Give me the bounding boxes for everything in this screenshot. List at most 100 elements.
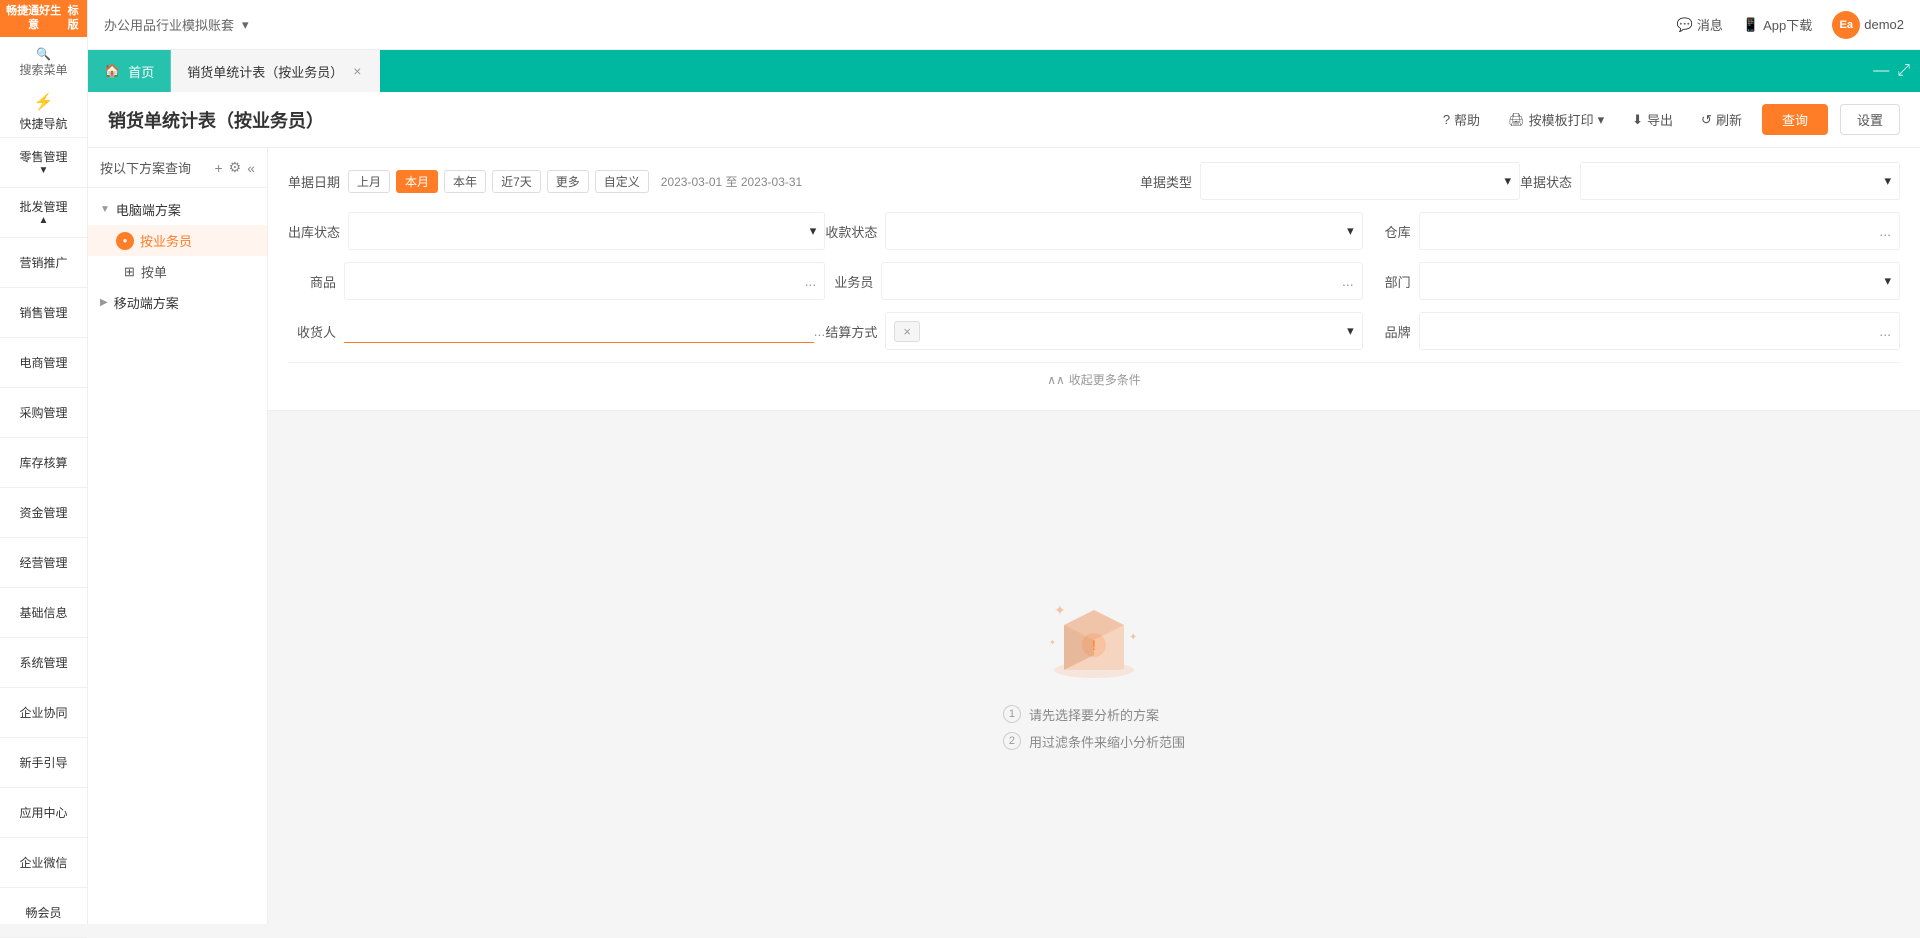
query-button[interactable]: 查询	[1762, 104, 1828, 135]
sidebar-item-quick-nav[interactable]: ⚡ 快捷导航	[0, 88, 87, 138]
sidebar-item-system[interactable]: 系统管理	[0, 638, 87, 688]
sidebar-item-newbie[interactable]: 新手引导	[0, 738, 87, 788]
page-title: 销货单统计表（按业务员）	[108, 107, 324, 133]
sidebar-item-finance[interactable]: 资金管理	[0, 488, 87, 538]
breadcrumb-dropdown-icon[interactable]: ▾	[242, 17, 249, 33]
print-btn[interactable]: 🖨 按模板打印 ▾	[1500, 106, 1612, 133]
date-btn-7days[interactable]: 近7天	[492, 170, 541, 193]
sidebar-item-retail[interactable]: 零售管理 ▼	[0, 138, 87, 188]
sidebar-item-member[interactable]: 畅会员	[0, 888, 87, 938]
salesperson-label: 业务员	[825, 272, 881, 291]
settlement-tag-x[interactable]: ×	[903, 324, 911, 339]
empty-tip-1: 1 请先选择要分析的方案	[1003, 705, 1185, 724]
department-select[interactable]: ▾	[1419, 262, 1900, 300]
filter-receipt-status: 收款状态 ▾	[825, 212, 1362, 250]
tab-home[interactable]: 🏠 首页	[88, 50, 171, 92]
sidebar-item-collab[interactable]: 企业协同	[0, 688, 87, 738]
settlement-select[interactable]: × ▾	[885, 312, 1362, 350]
goods-select[interactable]: ...	[344, 262, 825, 300]
tree-item-order[interactable]: ⊞ 按单	[88, 256, 267, 287]
help-icon: ?	[1443, 112, 1450, 127]
receipt-status-select[interactable]: ▾	[885, 212, 1362, 250]
department-chevron: ▾	[1884, 273, 1891, 289]
consignee-dots[interactable]: ...	[814, 323, 826, 339]
tab-maximize-icon[interactable]: ⤢	[1897, 62, 1910, 80]
filter-row-4: 收货人 ... 结算方式 ×	[288, 312, 1900, 350]
goods-value	[353, 267, 805, 295]
tab-minimize-icon[interactable]: —	[1873, 62, 1889, 80]
date-btn-this-year[interactable]: 本年	[444, 170, 486, 193]
left-panel: 按以下方案查询 + ⚙ « ▼ 电脑端方案 ●	[88, 148, 268, 924]
sidebar-search[interactable]: 🔍 搜索菜单	[0, 37, 87, 88]
warehouse-dots[interactable]: ...	[1879, 223, 1891, 239]
brand-label: 品牌	[1363, 322, 1419, 341]
finance-label: 资金管理	[19, 504, 67, 521]
brand-select[interactable]: ...	[1419, 312, 1900, 350]
panel-collapse-btn[interactable]: «	[247, 160, 255, 176]
tree-item-salesperson[interactable]: ● 按业务员	[88, 225, 267, 256]
doc-status-select[interactable]: ▾	[1580, 162, 1900, 200]
sidebar-item-operations[interactable]: 经营管理	[0, 538, 87, 588]
help-btn[interactable]: ? 帮助	[1435, 106, 1488, 133]
doc-status-label: 单据状态	[1520, 172, 1580, 191]
search-label: 搜索菜单	[19, 61, 67, 78]
goods-dots[interactable]: ...	[805, 273, 817, 289]
empty-tip-2: 2 用过滤条件来缩小分析范围	[1003, 732, 1185, 751]
tab-close-btn[interactable]: ×	[351, 61, 363, 81]
top-header: 办公用品行业模拟账套 ▾ 💬 消息 📱 App下载 Ea demo2	[88, 0, 1920, 50]
print-dropdown-icon: ▾	[1598, 112, 1605, 128]
purchase-label: 采购管理	[19, 404, 67, 421]
left-panel-title: 按以下方案查询	[100, 158, 191, 177]
tree-item-salesperson-label: 按业务员	[140, 231, 192, 250]
salesperson-dots[interactable]: ...	[1342, 273, 1354, 289]
date-btn-more[interactable]: 更多	[547, 170, 589, 193]
user-profile-btn[interactable]: Ea demo2	[1832, 11, 1904, 39]
brand-dots[interactable]: ...	[1879, 323, 1891, 339]
sidebar-item-sales[interactable]: 销售管理	[0, 288, 87, 338]
salesperson-select[interactable]: ...	[881, 262, 1362, 300]
app-download-btn[interactable]: 📱 App下载	[1743, 15, 1812, 34]
sidebar-item-inventory[interactable]: 库存核算	[0, 438, 87, 488]
scheme-settings-btn[interactable]: ⚙	[229, 159, 242, 176]
out-status-value	[357, 217, 810, 245]
app-download-label: App下载	[1763, 15, 1812, 34]
header-right: 💬 消息 📱 App下载 Ea demo2	[1677, 11, 1904, 39]
sidebar-item-wechat[interactable]: 企业微信	[0, 838, 87, 888]
sidebar-item-wholesale[interactable]: 批发管理 ▲	[0, 188, 87, 238]
consignee-input[interactable]	[344, 319, 814, 343]
date-btn-custom[interactable]: 自定义	[595, 170, 649, 193]
download-icon: 📱	[1743, 17, 1759, 33]
logo-subtext: 标版	[63, 4, 83, 33]
tree-group-pc-label: 电脑端方案	[116, 200, 181, 219]
out-status-select[interactable]: ▾	[348, 212, 825, 250]
sidebar-item-purchase[interactable]: 采购管理	[0, 388, 87, 438]
svg-text:✦: ✦	[1129, 632, 1137, 643]
left-panel-icons: + ⚙ «	[214, 159, 255, 176]
tree-group-pc[interactable]: ▼ 电脑端方案	[88, 194, 267, 225]
settings-button[interactable]: 设置	[1840, 104, 1900, 135]
out-status-chevron: ▾	[810, 223, 817, 239]
filter-department: 部门 ▾	[1363, 262, 1900, 300]
tab-sales-stats[interactable]: 销货单统计表（按业务员） ×	[171, 50, 380, 92]
sidebar-item-appcenter[interactable]: 应用中心	[0, 788, 87, 838]
refresh-btn[interactable]: ↺ 刷新	[1693, 106, 1750, 133]
tree-group-mobile-label: 移动端方案	[114, 293, 179, 312]
sidebar-item-basic[interactable]: 基础信息	[0, 588, 87, 638]
sidebar-item-marketing[interactable]: 营销推广	[0, 238, 87, 288]
message-label: 消息	[1697, 15, 1723, 34]
header-left: 办公用品行业模拟账套 ▾	[104, 15, 249, 34]
date-btn-this-month[interactable]: 本月	[396, 170, 438, 193]
collapse-btn[interactable]: ∧∧ 收起更多条件	[288, 362, 1900, 396]
doc-type-select[interactable]: ▾	[1200, 162, 1520, 200]
tree-group-mobile[interactable]: ▶ 移动端方案	[88, 287, 267, 318]
add-scheme-btn[interactable]: +	[214, 160, 222, 176]
export-btn[interactable]: ⬇ 导出	[1624, 106, 1681, 133]
breadcrumb-text: 办公用品行业模拟账套	[104, 15, 234, 34]
date-btn-last-month[interactable]: 上月	[348, 170, 390, 193]
message-btn[interactable]: 💬 消息	[1677, 15, 1723, 34]
page-header-actions: ? 帮助 🖨 按模板打印 ▾ ⬇ 导出 ↺ 刷新 查询 设置	[1435, 104, 1900, 135]
receipt-status-label: 收款状态	[825, 222, 885, 241]
sidebar-item-ecommerce[interactable]: 电商管理	[0, 338, 87, 388]
export-label: 导出	[1647, 110, 1673, 129]
warehouse-select[interactable]: ...	[1419, 212, 1900, 250]
